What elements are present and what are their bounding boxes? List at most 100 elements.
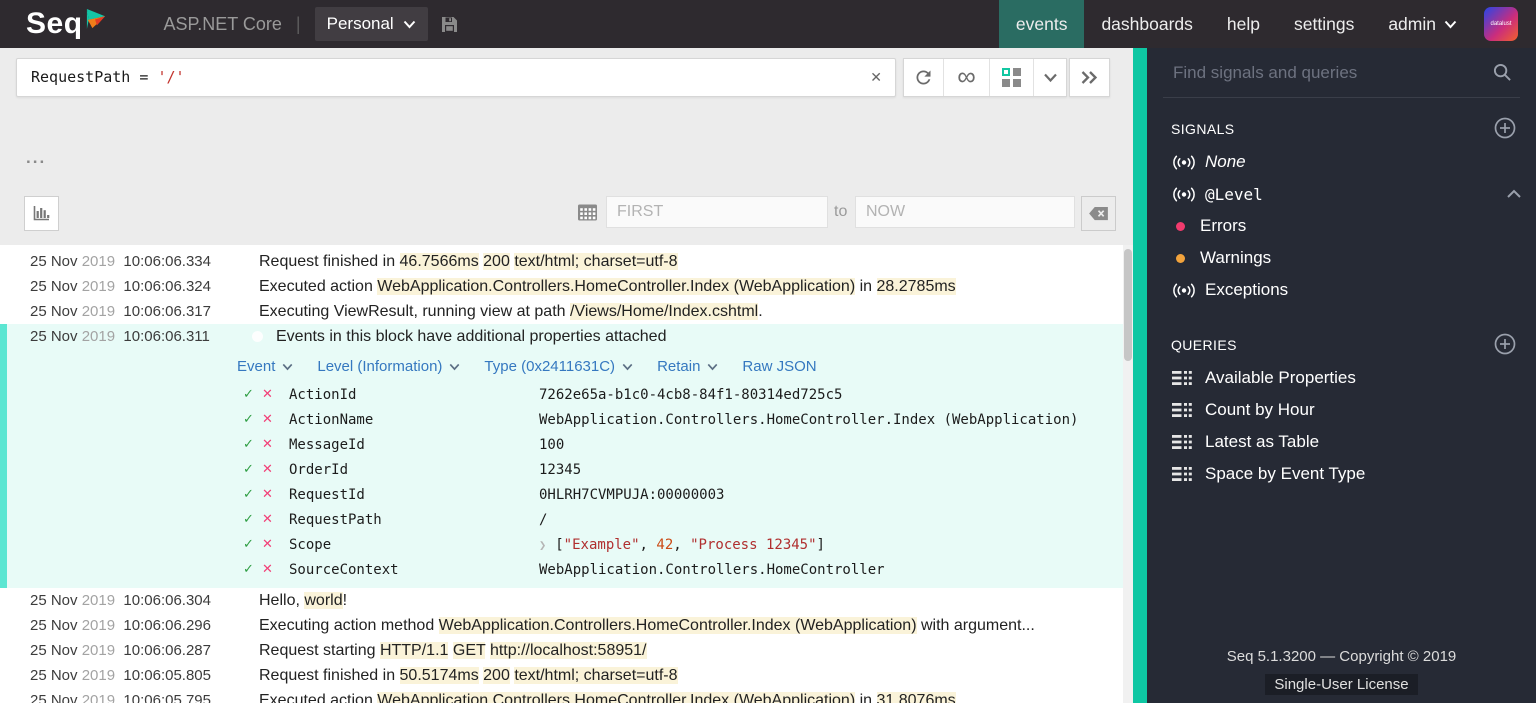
signal-label: @Level [1205,184,1263,204]
property-row: ✓ ✕ RequestId 0HLRH7CVMPUJA:00000003 [7,482,1133,507]
include-filter-icon[interactable]: ✓ [243,412,262,427]
event-time: 10:06:06.334 [115,253,211,270]
signal-icon [1171,283,1205,298]
event-message: Request finished in 50.5174ms 200 text/h… [259,666,1133,685]
event-row[interactable]: 25 Nov 2019 10:06:05.795 Executed action … [0,688,1133,703]
exclude-filter-icon[interactable]: ✕ [262,512,289,527]
exclude-filter-icon[interactable]: ✕ [262,537,289,552]
include-filter-icon[interactable]: ✓ [243,562,262,577]
signal-subitem-errors[interactable]: Errors [1147,210,1536,242]
clear-range-button[interactable] [1081,196,1116,231]
value-text: ] [816,536,825,553]
include-filter-icon[interactable]: ✓ [243,487,262,502]
save-icon[interactable] [441,16,458,33]
exclude-filter-icon[interactable]: ✕ [262,462,289,477]
event-timestamp: 25 Nov 2019 10:06:06.304 [0,592,259,609]
event-date: 25 Nov [30,253,82,270]
event-row[interactable]: 25 Nov 2019 10:06:06.296 Executing action… [0,613,1133,638]
signal-item-level[interactable]: @Level [1147,178,1536,210]
chevron-down-icon [707,363,718,371]
signal-item-none[interactable]: None [1147,146,1536,178]
message-text: in [855,691,877,703]
skip-forward-button[interactable] [1069,58,1110,97]
include-filter-icon[interactable]: ✓ [243,462,262,477]
exclude-filter-icon[interactable]: ✕ [262,437,289,452]
license-link[interactable]: Single-User License [1265,674,1418,695]
exclude-filter-icon[interactable]: ✕ [262,487,289,502]
message-value: WebApplication.Controllers.HomeControlle… [377,277,856,295]
event-row[interactable]: 25 Nov 2019 10:06:05.805 Request finished… [0,663,1133,688]
query-item-space-by-event-type[interactable]: Space by Event Type [1147,458,1536,490]
event-row[interactable]: 25 Nov 2019 10:06:06.304 Hello, world! [0,588,1133,613]
main-scrollbar [1123,245,1133,703]
range-end-input[interactable] [855,196,1075,228]
query-item-available-properties[interactable]: Available Properties [1147,362,1536,394]
event-message: Request finished in 46.7566ms 200 text/h… [259,252,1133,271]
query-string-literal: '/' [157,68,185,86]
workspace-dropdown[interactable]: Personal [314,7,428,41]
nav-item-settings[interactable]: settings [1277,0,1371,48]
include-filter-icon[interactable]: ✓ [243,387,262,402]
query-label: Count by Hour [1205,400,1315,419]
exclude-filter-icon[interactable]: ✕ [262,412,289,427]
query-item-count-by-hour[interactable]: Count by Hour [1147,394,1536,426]
view-mode-dropdown[interactable] [1034,59,1066,96]
main-panel: RequestPath = '/' ✕ ∞ ... FIRST to NOW 2… [0,48,1133,703]
event-row[interactable]: 25 Nov 2019 10:06:06.287 Request starting… [0,638,1133,663]
signal-item-exceptions[interactable]: Exceptions [1147,274,1536,306]
include-filter-icon[interactable]: ✓ [243,537,262,552]
chart-toggle-button[interactable] [24,196,59,231]
include-filter-icon[interactable]: ✓ [243,512,262,527]
detail-tab-level-information-[interactable]: Level (Information) [317,358,460,375]
expand-query-indicator[interactable]: ... [26,148,46,168]
nav-item-help[interactable]: help [1210,0,1277,48]
range-start-input[interactable] [606,196,828,228]
detail-tab-retain[interactable]: Retain [657,358,718,375]
selected-event-row[interactable]: 25 Nov 2019 10:06:06.311 Events in this b… [7,324,1133,349]
property-name: RequestPath [289,511,382,528]
nav-item-admin[interactable]: admin [1371,0,1474,48]
sidebar-search-input[interactable] [1171,54,1475,92]
event-row[interactable]: 25 Nov 2019 10:06:06.334 Request finished… [0,249,1133,274]
selected-event-block: 25 Nov 2019 10:06:06.311 Events in this b… [0,324,1133,588]
property-row: ✓ ✕ ActionName WebApplication.Controllers.H… [7,407,1133,432]
detail-tab-raw-json[interactable]: Raw JSON [742,358,816,375]
event-row[interactable]: 25 Nov 2019 10:06:06.317 Executing ViewRe… [0,299,1133,324]
signal-subitem-warnings[interactable]: Warnings [1147,242,1536,274]
signals-list: None @Level Errors Warnings Exceptions [1147,146,1536,306]
event-time: 10:06:06.311 [115,328,210,345]
exclude-filter-icon[interactable]: ✕ [262,387,289,402]
event-row[interactable]: 25 Nov 2019 10:06:06.324 Executed action … [0,274,1133,299]
value-string: "Process 12345" [690,536,817,553]
detail-tab-event[interactable]: Event [237,358,293,375]
queries-list: Available Properties Count by Hour Latest … [1147,362,1536,490]
calendar-icon[interactable] [577,203,598,227]
detail-tab-type-x-c-[interactable]: Type (0x2411631C) [484,358,633,375]
expander-icon[interactable]: ❯ [539,538,546,552]
event-year: 2019 [81,617,116,634]
add-signal-button[interactable] [1494,117,1516,142]
event-detail-tabs: Event Level (Information) Type (0x2411631C… [7,349,1133,382]
exclude-filter-icon[interactable]: ✕ [262,562,289,577]
user-avatar[interactable]: datalust [1484,7,1518,41]
query-item-latest-as-table[interactable]: Latest as Table [1147,426,1536,458]
nav-item-dashboards[interactable]: dashboards [1084,0,1209,48]
refresh-button[interactable] [904,59,944,96]
clear-query-icon[interactable]: ✕ [870,59,882,96]
signal-icon [1171,187,1205,202]
nav-item-label: settings [1294,13,1355,34]
include-filter-icon[interactable]: ✓ [243,437,262,452]
version-copyright: Seq 5.1.3200 — Copyright © 2019 [1226,648,1457,665]
scrollbar-thumb[interactable] [1124,249,1132,361]
view-mode-button[interactable] [990,59,1034,96]
value-text: 0HLRH7CVMPUJA:00000003 [539,486,725,503]
nav-item-events[interactable]: events [998,0,1085,48]
seq-logo[interactable]: Seq [26,2,106,46]
event-message: Executed action WebApplication.Controlle… [259,691,1133,703]
event-year: 2019 [81,253,116,270]
collapse-signal-button[interactable] [1506,189,1522,199]
add-query-button[interactable] [1494,333,1516,358]
tail-button[interactable]: ∞ [944,59,990,96]
nav-item-label: dashboards [1101,13,1193,34]
query-input[interactable]: RequestPath = '/' ✕ [16,58,896,97]
